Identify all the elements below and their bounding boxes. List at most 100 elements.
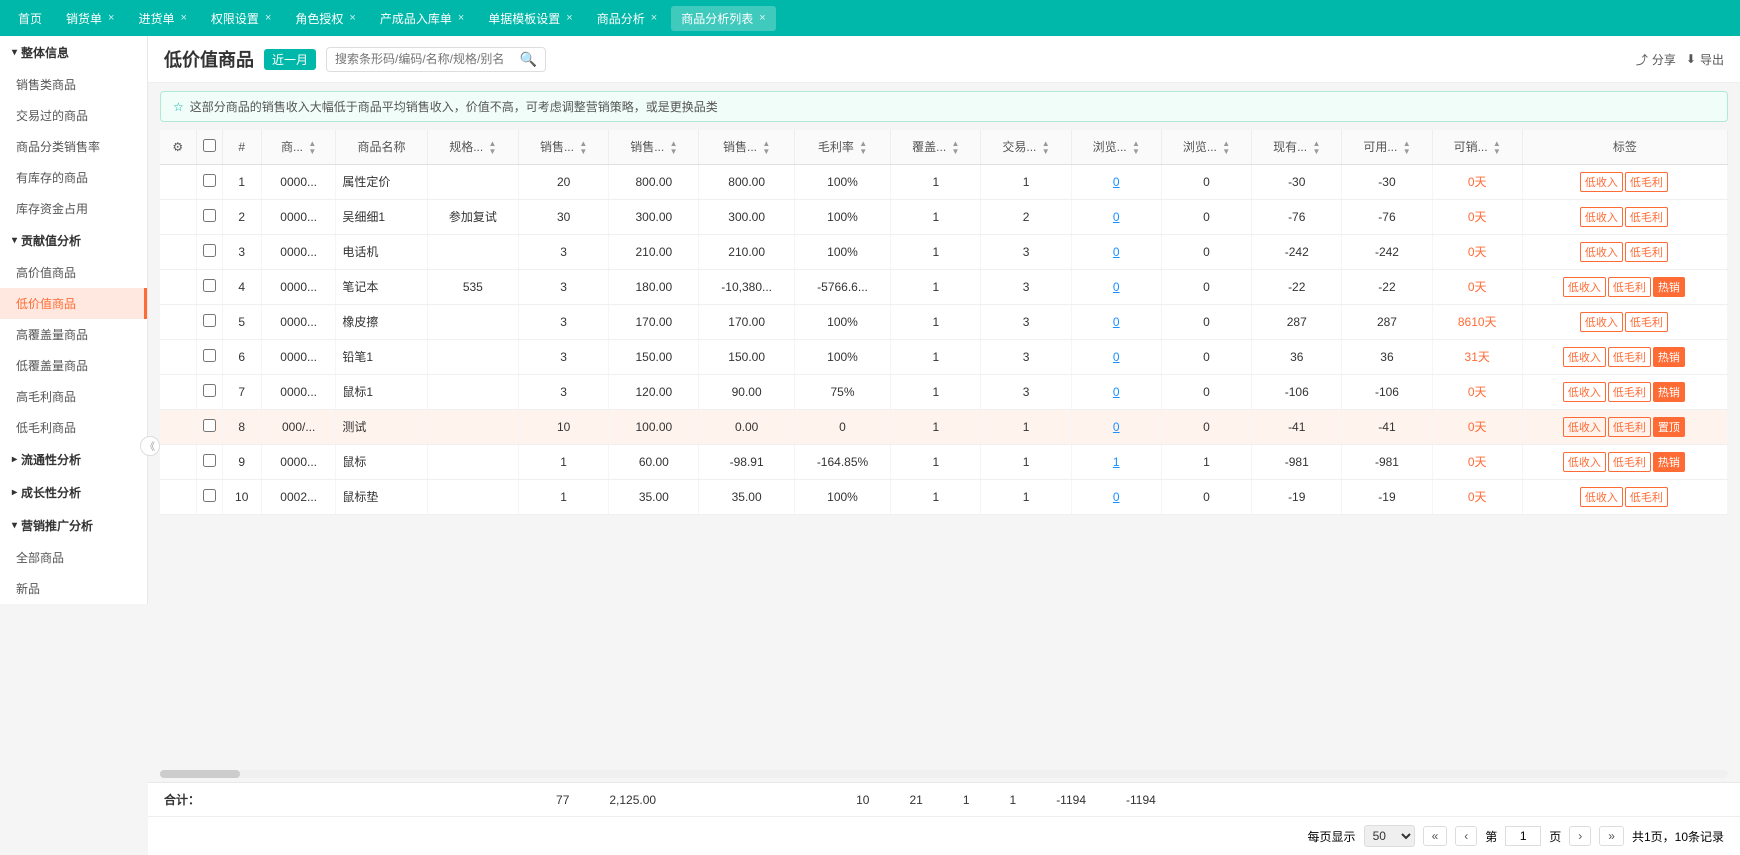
row-checkbox[interactable] (203, 384, 216, 397)
th-cover[interactable]: 覆盖... ▲▼ (891, 130, 981, 164)
cell-checkbox[interactable] (196, 199, 222, 234)
sidebar-item-traded-products[interactable]: 交易过的商品 (0, 100, 147, 131)
row-checkbox[interactable] (203, 454, 216, 467)
browse1-link[interactable]: 0 (1113, 350, 1120, 364)
nav-template[interactable]: 单据模板设置 × (478, 6, 582, 31)
nav-product-analysis-list[interactable]: 商品分析列表 × (671, 6, 775, 31)
sidebar-item-all-products[interactable]: 全部商品 (0, 542, 147, 573)
th-stock[interactable]: 现有... ▲▼ (1252, 130, 1342, 164)
nav-home[interactable]: 首页 (8, 6, 52, 31)
nav-close-product-analysis[interactable]: × (651, 12, 657, 24)
first-page-button[interactable]: « (1423, 826, 1448, 846)
cell-browse1[interactable]: 0 (1071, 269, 1161, 304)
browse1-link[interactable]: 0 (1113, 385, 1120, 399)
cell-checkbox[interactable] (196, 409, 222, 444)
cell-checkbox[interactable] (196, 479, 222, 514)
th-code[interactable]: 商... ▲▼ (261, 130, 335, 164)
prev-page-button[interactable]: ‹ (1455, 826, 1477, 846)
row-checkbox[interactable] (203, 279, 216, 292)
browse1-link[interactable]: 0 (1113, 315, 1120, 329)
row-checkbox[interactable] (203, 419, 216, 432)
browse1-link[interactable]: 0 (1113, 245, 1120, 259)
row-checkbox[interactable] (203, 349, 216, 362)
sidebar-item-low-value[interactable]: 低价值商品 (0, 288, 147, 319)
cell-checkbox[interactable] (196, 234, 222, 269)
sidebar-item-low-margin[interactable]: 低毛利商品 (0, 412, 147, 443)
search-input[interactable] (335, 52, 516, 66)
row-checkbox[interactable] (203, 314, 216, 327)
browse1-link[interactable]: 1 (1113, 455, 1120, 469)
sidebar-collapse-button[interactable]: 《 (140, 436, 160, 456)
nav-sales[interactable]: 销货单 × (56, 6, 124, 31)
browse1-link[interactable]: 0 (1113, 175, 1120, 189)
nav-close-product-analysis-list[interactable]: × (759, 12, 765, 24)
sidebar-item-new-products[interactable]: 新品 (0, 573, 147, 604)
th-saleable[interactable]: 可销... ▲▼ (1432, 130, 1522, 164)
th-browse1[interactable]: 浏览... ▲▼ (1071, 130, 1161, 164)
sidebar-item-stock-products[interactable]: 有库存的商品 (0, 162, 147, 193)
cell-browse1[interactable]: 0 (1071, 234, 1161, 269)
nav-permissions[interactable]: 权限设置 × (201, 6, 281, 31)
sidebar-section-contribution[interactable]: ▾ 贡献值分析 (0, 224, 147, 257)
th-avail[interactable]: 可用... ▲▼ (1342, 130, 1432, 164)
nav-close-purchase[interactable]: × (180, 12, 186, 24)
th-qty[interactable]: 销售... ▲▼ (519, 130, 609, 164)
page-number-input[interactable] (1505, 826, 1541, 846)
cell-browse1[interactable]: 0 (1071, 409, 1161, 444)
cell-browse1[interactable]: 0 (1071, 479, 1161, 514)
share-button[interactable]: ⤴ 分享 (1636, 51, 1676, 68)
th-margin[interactable]: 毛利率 ▲▼ (794, 130, 890, 164)
nav-close-permissions[interactable]: × (265, 12, 271, 24)
page-size-select[interactable]: 50 100 200 (1364, 825, 1415, 847)
next-page-button[interactable]: › (1569, 826, 1591, 846)
sidebar-section-overall[interactable]: ▾ 整体信息 (0, 36, 147, 69)
cell-checkbox[interactable] (196, 164, 222, 199)
row-checkbox[interactable] (203, 244, 216, 257)
nav-product-analysis[interactable]: 商品分析 × (587, 6, 667, 31)
th-spec[interactable]: 规格... ▲▼ (427, 130, 518, 164)
cell-checkbox[interactable] (196, 374, 222, 409)
last-page-button[interactable]: » (1599, 826, 1624, 846)
sidebar-section-marketing[interactable]: ▾ 营销推广分析 (0, 509, 147, 542)
nav-close-sales[interactable]: × (108, 12, 114, 24)
cell-browse1[interactable]: 0 (1071, 164, 1161, 199)
search-box[interactable]: 🔍 (326, 47, 546, 72)
browse1-link[interactable]: 0 (1113, 490, 1120, 504)
th-settings[interactable]: ⚙ (160, 130, 196, 164)
sidebar-item-stock-capital[interactable]: 库存资金占用 (0, 193, 147, 224)
cell-checkbox[interactable] (196, 339, 222, 374)
cell-browse1[interactable]: 0 (1071, 374, 1161, 409)
sidebar-item-high-coverage[interactable]: 高覆盖量商品 (0, 319, 147, 350)
browse1-link[interactable]: 0 (1113, 210, 1120, 224)
th-browse2[interactable]: 浏览... ▲▼ (1161, 130, 1251, 164)
sidebar-section-liquidity[interactable]: ▸ 流通性分析 (0, 443, 147, 476)
cell-checkbox[interactable] (196, 444, 222, 479)
row-checkbox[interactable] (203, 489, 216, 502)
row-checkbox[interactable] (203, 174, 216, 187)
horizontal-scrollbar[interactable] (160, 770, 1728, 778)
cell-checkbox[interactable] (196, 269, 222, 304)
nav-roles[interactable]: 角色授权 × (285, 6, 365, 31)
browse1-link[interactable]: 0 (1113, 280, 1120, 294)
cell-browse1[interactable]: 0 (1071, 304, 1161, 339)
select-all-checkbox[interactable] (203, 139, 216, 152)
browse1-link[interactable]: 0 (1113, 420, 1120, 434)
th-trade[interactable]: 交易... ▲▼ (981, 130, 1071, 164)
th-checkbox[interactable] (196, 130, 222, 164)
nav-close-production[interactable]: × (458, 12, 464, 24)
date-badge[interactable]: 近一月 (264, 49, 316, 70)
cell-checkbox[interactable] (196, 304, 222, 339)
sidebar-item-sales-products[interactable]: 销售类商品 (0, 69, 147, 100)
th-sales2[interactable]: 销售... ▲▼ (699, 130, 794, 164)
sidebar-item-low-coverage[interactable]: 低覆盖量商品 (0, 350, 147, 381)
nav-production[interactable]: 产成品入库单 × (370, 6, 474, 31)
cell-browse1[interactable]: 0 (1071, 339, 1161, 374)
row-checkbox[interactable] (203, 209, 216, 222)
sidebar-item-high-value[interactable]: 高价值商品 (0, 257, 147, 288)
th-sales1[interactable]: 销售... ▲▼ (609, 130, 699, 164)
export-button[interactable]: ⬇ 导出 (1686, 51, 1724, 68)
scrollbar-thumb[interactable] (160, 770, 240, 778)
cell-browse1[interactable]: 1 (1071, 444, 1161, 479)
sidebar-item-high-margin[interactable]: 高毛利商品 (0, 381, 147, 412)
nav-close-roles[interactable]: × (349, 12, 355, 24)
